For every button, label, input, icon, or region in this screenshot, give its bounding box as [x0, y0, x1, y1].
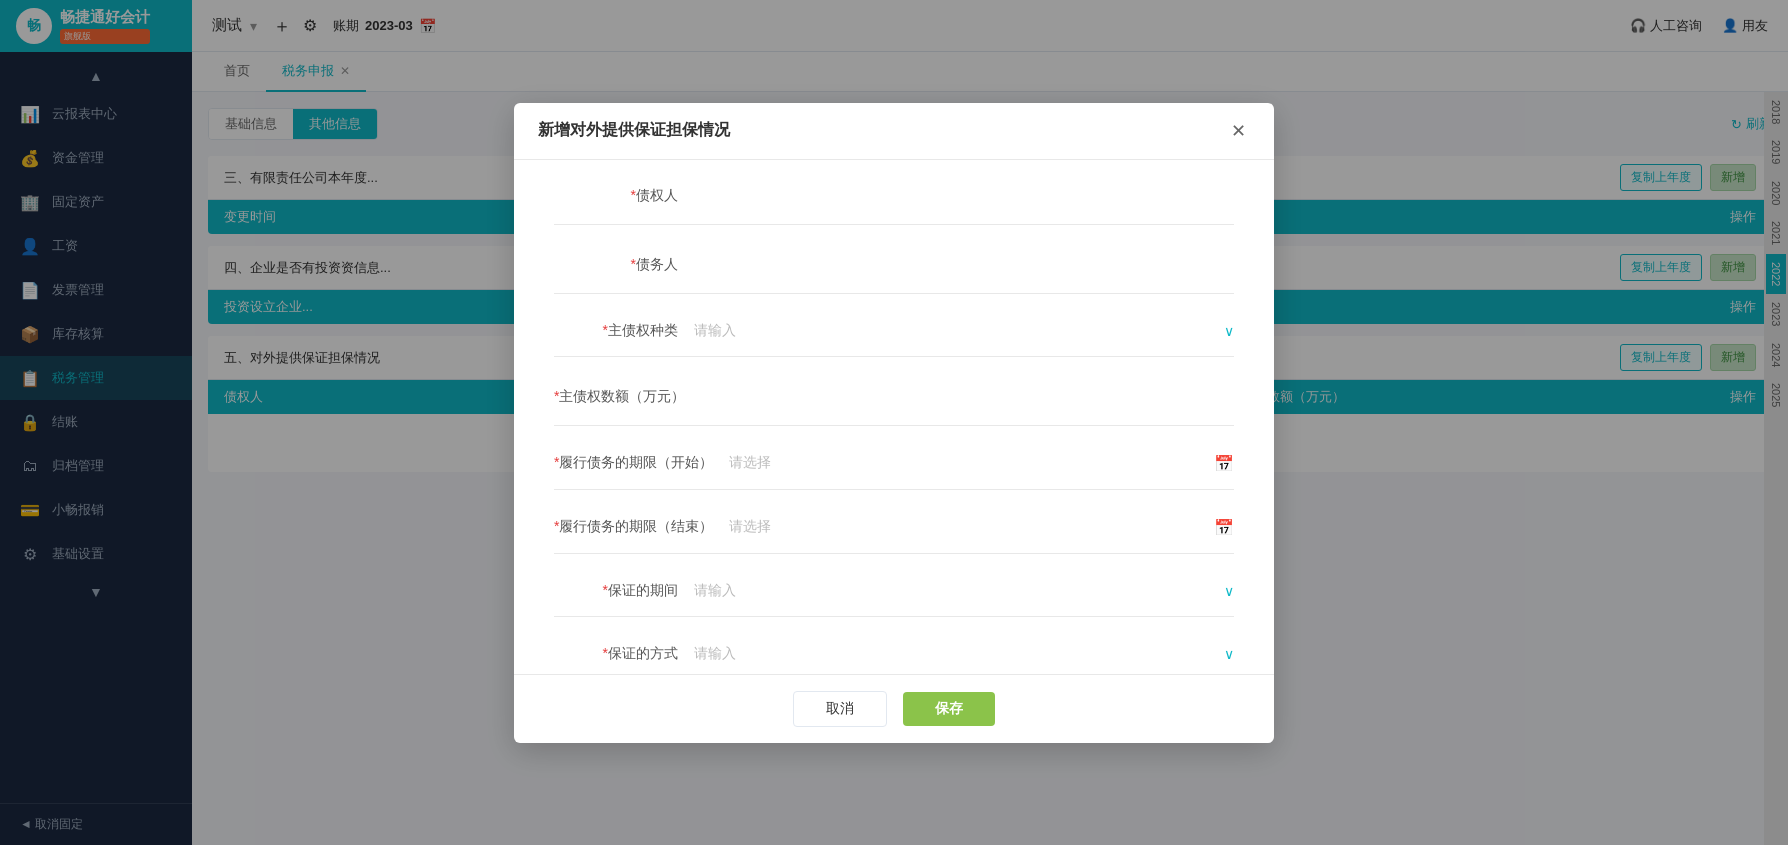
form-row-creditor: *债权人 — [554, 184, 1234, 225]
select-guarantee-method[interactable]: 请输入 ∨ — [694, 645, 1234, 663]
form-row-guarantee-period: *保证的期间 请输入 ∨ — [554, 582, 1234, 617]
dialog-close-button[interactable]: ✕ — [1226, 119, 1250, 143]
form-row-debtor: *债务人 — [554, 253, 1234, 294]
dialog: 新增对外提供保证担保情况 ✕ *债权人 *债务人 *主债权种类 — [514, 103, 1274, 743]
select-guarantee-period-placeholder: 请输入 — [694, 582, 736, 600]
form-row-debt-type: *主债权种类 请输入 ∨ — [554, 322, 1234, 357]
input-debtor[interactable] — [694, 253, 1234, 277]
select-debt-type-placeholder: 请输入 — [694, 322, 736, 340]
calendar-end-icon: 📅 — [1214, 518, 1234, 537]
cancel-button[interactable]: 取消 — [793, 691, 887, 727]
label-debt-type: *主债权种类 — [554, 322, 694, 340]
chevron-down-icon: ∨ — [1224, 323, 1234, 339]
select-guarantee-method-placeholder: 请输入 — [694, 645, 736, 663]
dialog-header: 新增对外提供保证担保情况 ✕ — [514, 103, 1274, 160]
dialog-overlay: 新增对外提供保证担保情况 ✕ *债权人 *债务人 *主债权种类 — [0, 0, 1788, 845]
label-debtor: *债务人 — [554, 256, 694, 274]
dialog-footer: 取消 保存 — [514, 674, 1274, 743]
input-debt-amount[interactable] — [701, 385, 1234, 409]
dialog-body: *债权人 *债务人 *主债权种类 请输入 ∨ — [514, 160, 1274, 674]
select-debt-type[interactable]: 请输入 ∨ — [694, 322, 1234, 340]
save-button[interactable]: 保存 — [903, 692, 995, 726]
label-debt-amount: *主债权数额（万元） — [554, 388, 701, 406]
dialog-title: 新增对外提供保证担保情况 — [538, 120, 730, 141]
date-end[interactable]: 请选择 📅 — [729, 518, 1234, 537]
calendar-start-icon: 📅 — [1214, 454, 1234, 473]
input-creditor[interactable] — [694, 184, 1234, 208]
chevron-method-icon: ∨ — [1224, 646, 1234, 662]
form-row-guarantee-method: *保证的方式 请输入 ∨ — [554, 645, 1234, 674]
date-end-placeholder: 请选择 — [729, 518, 771, 536]
form-row-end-date: *履行债务的期限（结束） 请选择 📅 — [554, 518, 1234, 554]
form-row-start-date: *履行债务的期限（开始） 请选择 📅 — [554, 454, 1234, 490]
label-guarantee-period: *保证的期间 — [554, 582, 694, 600]
form-row-debt-amount: *主债权数额（万元） — [554, 385, 1234, 426]
label-start-date: *履行债务的期限（开始） — [554, 454, 729, 472]
select-guarantee-period[interactable]: 请输入 ∨ — [694, 582, 1234, 600]
chevron-period-icon: ∨ — [1224, 583, 1234, 599]
date-start[interactable]: 请选择 📅 — [729, 454, 1234, 473]
label-creditor: *债权人 — [554, 187, 694, 205]
label-guarantee-method: *保证的方式 — [554, 645, 694, 663]
label-end-date: *履行债务的期限（结束） — [554, 518, 729, 536]
date-start-placeholder: 请选择 — [729, 454, 771, 472]
